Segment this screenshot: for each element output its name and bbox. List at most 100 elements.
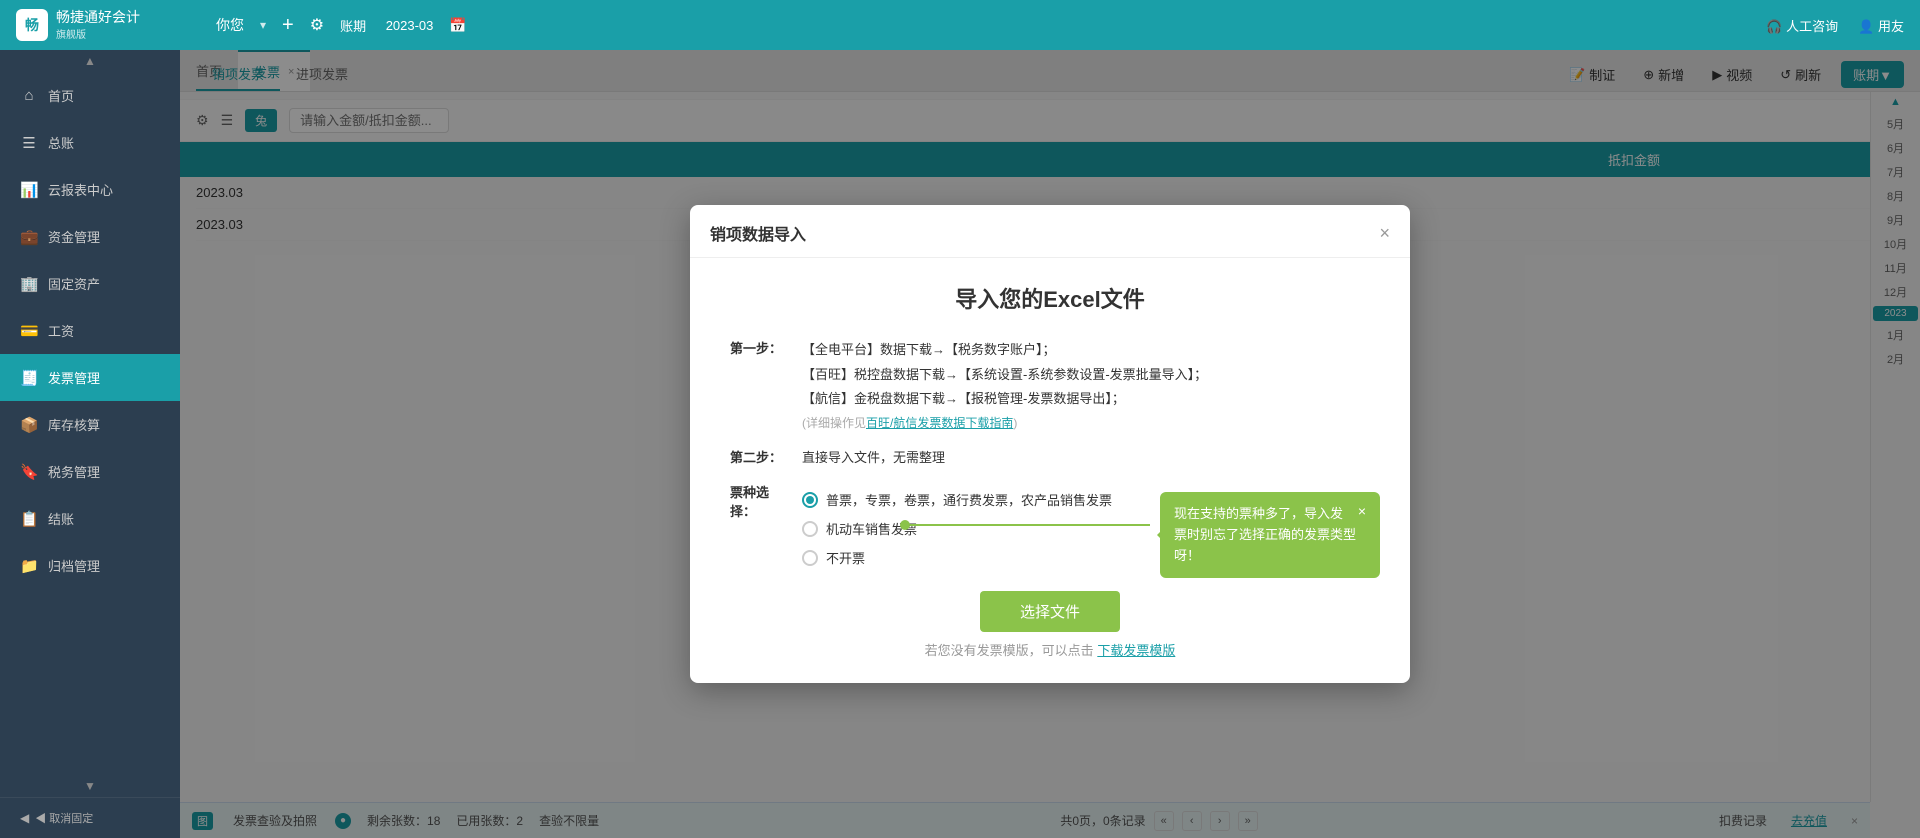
radio-group: 普票，专票，卷票，通行费发票，农产品销售发票 机动车销售发票 不开票 xyxy=(802,490,1112,567)
modal-big-title: 导入您的Excel文件 xyxy=(730,282,1370,314)
sidebar-unpin-button[interactable]: ◀ ◀ 取消固定 xyxy=(0,797,180,838)
invoice-icon: 🧾 xyxy=(20,369,38,387)
top-header: 畅 畅捷通好会计 旗舰版 你您 ▾ + ⚙ 账期 2023-03 📅 🎧 人工咨… xyxy=(0,0,1920,50)
tax-icon: 🔖 xyxy=(20,463,38,481)
step2-row: 第二步： 直接导入文件，无需整理 xyxy=(730,447,1370,466)
tooltip-line xyxy=(910,524,1150,526)
tooltip-wrapper: × 现在支持的票种多了，导入发票时别忘了选择正确的发票类型呀！ xyxy=(1160,492,1380,578)
radio-noticket-circle xyxy=(802,550,818,566)
sidebar-label-settlement: 结账 xyxy=(48,509,74,528)
service-button[interactable]: 🎧 人工咨询 xyxy=(1766,16,1838,35)
main-layout: ▲ ⌂ 首页 ☰ 总账 📊 云报表中心 💼 资金管理 🏢 固定资产 xyxy=(0,50,1920,838)
sidebar: ▲ ⌂ 首页 ☰ 总账 📊 云报表中心 💼 资金管理 🏢 固定资产 xyxy=(0,50,180,838)
ticket-section: 票种选择： 普票，专票，卷票，通行费发票，农产品销售发票 xyxy=(730,482,1370,567)
tooltip-anchor-dot xyxy=(900,520,910,530)
tooltip-arrow xyxy=(1152,530,1162,540)
report-icon: 📊 xyxy=(20,181,38,199)
general-icon: ☰ xyxy=(20,134,38,152)
modal-body: 导入您的Excel文件 第一步： 【全电平台】数据下载→【税务数字账户】； 【百… xyxy=(690,258,1410,683)
modal-header: 销项数据导入 × xyxy=(690,205,1410,258)
archive-icon: 📁 xyxy=(20,557,38,575)
settlement-icon: 📋 xyxy=(20,510,38,528)
sidebar-item-assets[interactable]: 🏢 固定资产 xyxy=(0,260,180,307)
radio-motor-circle xyxy=(802,521,818,537)
sidebar-item-finance[interactable]: 💼 资金管理 xyxy=(0,213,180,260)
sidebar-label-inventory: 库存核算 xyxy=(48,415,100,434)
modal-backdrop: 销项数据导入 × 导入您的Excel文件 第一步： 【全电平台】数据下载→【税务… xyxy=(180,50,1920,838)
add-button[interactable]: + xyxy=(282,14,294,37)
logo-area: 畅 畅捷通好会计 旗舰版 xyxy=(16,9,196,41)
sidebar-item-home[interactable]: ⌂ 首页 xyxy=(0,72,180,119)
user-button[interactable]: 👤 用友 xyxy=(1858,16,1904,35)
modal-close-button[interactable]: × xyxy=(1379,224,1390,242)
radio-normal-circle xyxy=(802,492,818,508)
radio-motor[interactable]: 机动车销售发票 xyxy=(802,519,1112,538)
modal-footer: 若您没有发票模版，可以点击 下载发票模版 xyxy=(730,640,1370,659)
modal-title: 销项数据导入 xyxy=(710,221,806,245)
sidebar-label-invoice: 发票管理 xyxy=(48,368,100,387)
header-right: 🎧 人工咨询 👤 用友 xyxy=(1766,16,1904,35)
period-value[interactable]: 2023-03 xyxy=(386,18,434,33)
finance-icon: 💼 xyxy=(20,228,38,246)
download-template-link[interactable]: 下载发票模版 xyxy=(1097,643,1175,658)
sidebar-item-archive[interactable]: 📁 归档管理 xyxy=(0,542,180,589)
step1-line1: 【全电平台】数据下载→【税务数字账户】； xyxy=(802,338,1207,363)
tooltip-text: 现在支持的票种多了，导入发票时别忘了选择正确的发票类型呀！ xyxy=(1174,506,1356,563)
logo-icon: 畅 xyxy=(16,9,48,41)
sidebar-item-inventory[interactable]: 📦 库存核算 xyxy=(0,401,180,448)
step1-label: 第一步： xyxy=(730,338,790,357)
tooltip-close-btn[interactable]: × xyxy=(1358,504,1366,518)
step1-row: 第一步： 【全电平台】数据下载→【税务数字账户】； 【百旺】税控盘数据下载→【系… xyxy=(730,338,1370,431)
ticket-label: 票种选择： xyxy=(730,482,790,520)
footer-text: 若您没有发票模版，可以点击 xyxy=(925,643,1094,658)
sidebar-item-payroll[interactable]: 💳 工资 xyxy=(0,307,180,354)
radio-no-ticket[interactable]: 不开票 xyxy=(802,548,1112,567)
logo-title: 畅捷通好会计 xyxy=(56,9,140,26)
sidebar-item-settlement[interactable]: 📋 结账 xyxy=(0,495,180,542)
calendar-icon[interactable]: 📅 xyxy=(449,17,466,34)
sidebar-label-assets: 固定资产 xyxy=(48,274,100,293)
company-dropdown-icon[interactable]: ▾ xyxy=(260,18,266,32)
step1-hint-pre: (详细操作见 xyxy=(802,416,866,430)
step1-hint-post: ) xyxy=(1013,416,1017,430)
sidebar-label-tax: 税务管理 xyxy=(48,462,100,481)
sidebar-item-report[interactable]: 📊 云报表中心 xyxy=(0,166,180,213)
home-icon: ⌂ xyxy=(20,87,38,104)
sidebar-item-invoice[interactable]: 🧾 发票管理 xyxy=(0,354,180,401)
sidebar-label-archive: 归档管理 xyxy=(48,556,100,575)
sidebar-label-home: 首页 xyxy=(48,86,74,105)
import-modal: 销项数据导入 × 导入您的Excel文件 第一步： 【全电平台】数据下载→【税务… xyxy=(690,205,1410,683)
company-name[interactable]: 你您 xyxy=(216,15,244,35)
invoice-page: 销项发票 进项发票 📝 制证 ⊕ 新增 ▶ xyxy=(180,50,1920,838)
header-center: 你您 ▾ + ⚙ 账期 2023-03 📅 xyxy=(196,14,1766,37)
sidebar-item-general[interactable]: ☰ 总账 xyxy=(0,119,180,166)
select-file-button[interactable]: 选择文件 xyxy=(980,591,1120,632)
step1-section: 第一步： 【全电平台】数据下载→【税务数字账户】； 【百旺】税控盘数据下载→【系… xyxy=(730,338,1370,431)
unpin-label: ◀ 取消固定 xyxy=(35,810,93,826)
step2-text: 直接导入文件，无需整理 xyxy=(802,447,945,466)
step2-label: 第二步： xyxy=(730,447,790,466)
step1-line3: 【航信】金税盘数据下载→【报税管理-发票数据导出】； xyxy=(802,387,1207,412)
sidebar-nav: ⌂ 首页 ☰ 总账 📊 云报表中心 💼 资金管理 🏢 固定资产 💳 工资 xyxy=(0,72,180,775)
radio-normal[interactable]: 普票，专票，卷票，通行费发票，农产品销售发票 xyxy=(802,490,1112,509)
assets-icon: 🏢 xyxy=(20,275,38,293)
inventory-icon: 📦 xyxy=(20,416,38,434)
sidebar-scroll-up[interactable]: ▲ xyxy=(0,50,180,72)
step1-line2: 【百旺】税控盘数据下载→【系统设置-系统参数设置-发票批量导入】； xyxy=(802,363,1207,388)
sidebar-label-payroll: 工资 xyxy=(48,321,74,340)
step2-section: 第二步： 直接导入文件，无需整理 xyxy=(730,447,1370,466)
sidebar-label-general: 总账 xyxy=(48,133,74,152)
select-file-area: 选择文件 xyxy=(730,591,1370,632)
radio-noticket-label: 不开票 xyxy=(826,548,865,567)
step1-link[interactable]: 百旺/航信发票数据下载指南 xyxy=(866,416,1013,430)
payroll-icon: 💳 xyxy=(20,322,38,340)
sidebar-label-finance: 资金管理 xyxy=(48,227,100,246)
sidebar-scroll-down[interactable]: ▼ xyxy=(0,775,180,797)
settings-icon[interactable]: ⚙ xyxy=(310,15,324,35)
period-label: 账期 xyxy=(340,16,370,35)
unpin-icon: ◀ xyxy=(20,811,29,825)
tooltip-bubble: × 现在支持的票种多了，导入发票时别忘了选择正确的发票类型呀！ xyxy=(1160,492,1380,578)
radio-normal-label: 普票，专票，卷票，通行费发票，农产品销售发票 xyxy=(826,490,1112,509)
step1-content: 【全电平台】数据下载→【税务数字账户】； 【百旺】税控盘数据下载→【系统设置-系… xyxy=(802,338,1207,431)
sidebar-item-tax[interactable]: 🔖 税务管理 xyxy=(0,448,180,495)
